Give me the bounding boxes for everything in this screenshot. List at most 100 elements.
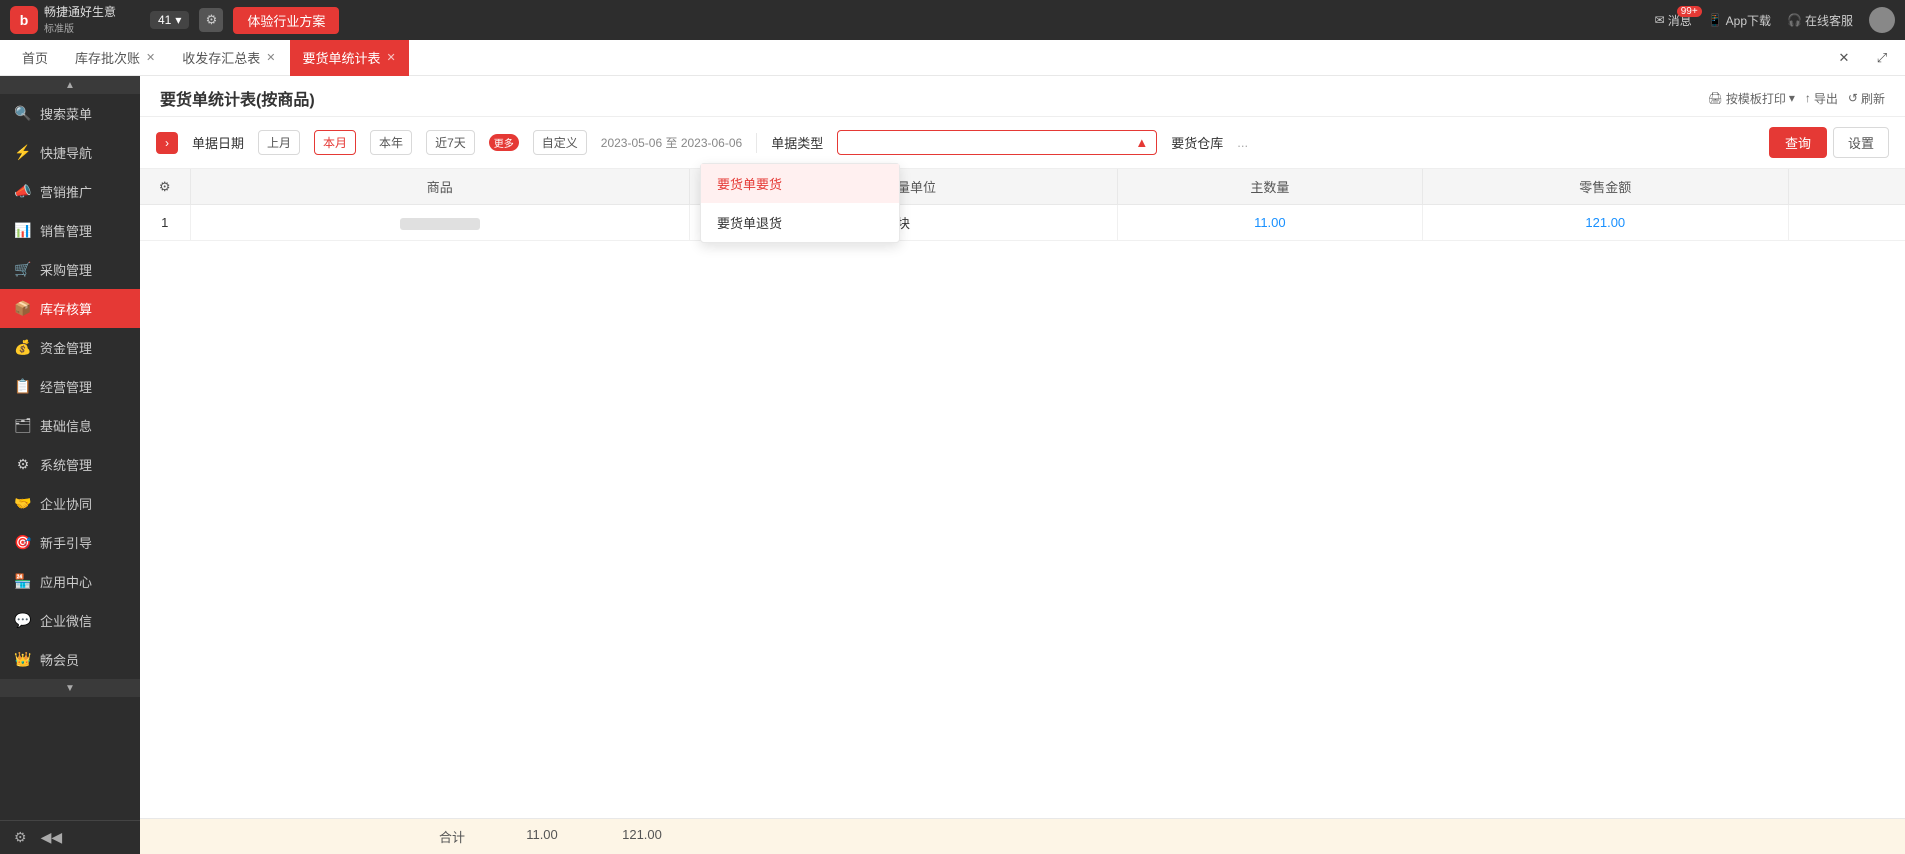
purchase-icon: 🛒 bbox=[14, 261, 32, 278]
tab-summary-label: 收发存汇总表 bbox=[182, 48, 260, 67]
appstore-icon: 🏪 bbox=[14, 573, 32, 590]
sidebar-item-purchase[interactable]: 🛒 采购管理 bbox=[0, 250, 140, 289]
logo-icon: b bbox=[10, 6, 38, 34]
chevron-down-icon: ▾ bbox=[175, 13, 181, 27]
app-name: 畅捷通好生意 bbox=[44, 5, 116, 21]
tab-summary-close[interactable]: ✕ bbox=[266, 51, 275, 64]
type-dropdown: 要货单要货 要货单退货 bbox=[700, 163, 900, 243]
dropdown-item-1-label: 要货单要货 bbox=[717, 177, 782, 192]
export-btn[interactable]: ↑ 导出 bbox=[1805, 90, 1838, 107]
date-last-month-btn[interactable]: 上月 bbox=[258, 130, 300, 155]
wechat-icon: 💬 bbox=[14, 612, 32, 629]
page-actions: 🖨 按模板打印 ▾ ↑ 导出 ↺ 刷新 bbox=[1708, 90, 1885, 107]
sidebar-finance-label: 资金管理 bbox=[40, 338, 92, 357]
amount-link[interactable]: 121.00 bbox=[1585, 215, 1625, 230]
sidebar-item-operation[interactable]: 📋 经营管理 bbox=[0, 367, 140, 406]
sidebar-item-wechat[interactable]: 💬 企业微信 bbox=[0, 601, 140, 640]
date-range-display: 2023-05-06 至 2023-06-06 bbox=[601, 134, 742, 151]
settings-icon[interactable]: ⚙ bbox=[199, 8, 223, 32]
tab-close-all-btn[interactable]: ✕ bbox=[1831, 45, 1857, 71]
industry-btn[interactable]: 体验行业方案 bbox=[233, 7, 339, 34]
sidebar: ▲ 🔍 搜索菜单 ⚡ 快捷导航 📣 营销推广 📊 销售管理 🛒 采购管理 📦 库… bbox=[0, 76, 140, 854]
date-this-month-btn[interactable]: 本月 bbox=[314, 130, 356, 155]
app-download-btn[interactable]: 📱 App下载 bbox=[1708, 12, 1771, 29]
sidebar-operation-label: 经营管理 bbox=[40, 377, 92, 396]
top-header: b 畅捷通好生意 标准版 41 ▾ ⚙ 体验行业方案 ✉ 消息 99+ 📱 Ap… bbox=[0, 0, 1905, 40]
sidebar-scroll-up[interactable]: ▲ bbox=[0, 76, 140, 94]
type-filter-select[interactable]: ▲ bbox=[837, 130, 1157, 155]
sidebar-item-guide[interactable]: 🎯 新手引导 bbox=[0, 523, 140, 562]
th-extra bbox=[1788, 169, 1905, 205]
date-custom-btn[interactable]: 自定义 bbox=[533, 130, 587, 155]
sales-icon: 📊 bbox=[14, 222, 32, 239]
filter-expand-btn[interactable]: › bbox=[156, 132, 178, 154]
sidebar-item-member[interactable]: 👑 畅会员 bbox=[0, 640, 140, 679]
tab-inventory-batch-close[interactable]: ✕ bbox=[146, 51, 155, 64]
msg-icon: ✉ bbox=[1655, 13, 1665, 27]
dropdown-item-2[interactable]: 要货单退货 bbox=[701, 203, 899, 242]
tab-inventory-batch-label: 库存批次账 bbox=[75, 48, 140, 67]
tab-home[interactable]: 首页 bbox=[10, 40, 61, 76]
refresh-btn[interactable]: ↺ 刷新 bbox=[1848, 90, 1885, 107]
td-amount: 121.00 bbox=[1422, 205, 1788, 241]
data-table: ⚙ 商品 主计量单位 主数量 零售金额 1 块 bbox=[140, 169, 1905, 241]
online-service-label: 在线客服 bbox=[1805, 12, 1853, 29]
online-service-btn[interactable]: 🎧 在线客服 bbox=[1787, 12, 1853, 29]
tab-summary[interactable]: 收发存汇总表 ✕ bbox=[170, 40, 288, 76]
member-icon: 👑 bbox=[14, 651, 32, 668]
print-label: 按模板打印 bbox=[1726, 90, 1786, 107]
query-btn[interactable]: 查询 bbox=[1769, 127, 1827, 158]
warehouse-more-btn[interactable]: ... bbox=[1237, 135, 1248, 150]
tab-expand-btn[interactable]: ⤢ bbox=[1869, 45, 1895, 71]
product-placeholder bbox=[400, 218, 480, 230]
sidebar-collapse-btn[interactable]: ◀◀ bbox=[41, 829, 63, 846]
avatar[interactable] bbox=[1869, 7, 1895, 33]
sidebar-item-finance[interactable]: 💰 资金管理 bbox=[0, 328, 140, 367]
sidebar-item-search[interactable]: 🔍 搜索菜单 bbox=[0, 94, 140, 133]
date-7days-btn[interactable]: 近7天 bbox=[426, 130, 475, 155]
sidebar-item-sales[interactable]: 📊 销售管理 bbox=[0, 211, 140, 250]
sidebar-bottom: ⚙ ◀◀ bbox=[0, 820, 140, 854]
msg-badge-count: 99+ bbox=[1677, 6, 1702, 17]
th-settings[interactable]: ⚙ bbox=[140, 169, 190, 205]
filter-right-btns: 查询 设置 bbox=[1769, 127, 1889, 158]
sidebar-system-label: 系统管理 bbox=[40, 455, 92, 474]
dropdown-item-1[interactable]: 要货单要货 bbox=[701, 164, 899, 203]
search-icon: 🔍 bbox=[14, 105, 32, 122]
sidebar-item-appstore[interactable]: 🏪 应用中心 bbox=[0, 562, 140, 601]
app-sub: 标准版 bbox=[44, 20, 116, 35]
sidebar-item-shortcut[interactable]: ⚡ 快捷导航 bbox=[0, 133, 140, 172]
main-layout: ▲ 🔍 搜索菜单 ⚡ 快捷导航 📣 营销推广 📊 销售管理 🛒 采购管理 📦 库… bbox=[0, 76, 1905, 854]
sidebar-item-basic[interactable]: 🗂 基础信息 bbox=[0, 406, 140, 445]
export-label: 导出 bbox=[1814, 90, 1838, 107]
date-this-year-btn[interactable]: 本年 bbox=[370, 130, 412, 155]
tab-order-stats-close[interactable]: ✕ bbox=[387, 51, 396, 64]
footer-label: 合计 bbox=[412, 827, 492, 846]
msg-btn[interactable]: ✉ 消息 99+ bbox=[1655, 12, 1692, 29]
settings-filter-btn[interactable]: 设置 bbox=[1833, 127, 1889, 158]
date-more-badge[interactable]: 更多 bbox=[489, 134, 519, 151]
sidebar-marketing-label: 营销推广 bbox=[40, 182, 92, 201]
page-header: 要货单统计表(按商品) 🖨 按模板打印 ▾ ↑ 导出 ↺ 刷新 bbox=[140, 76, 1905, 117]
sidebar-settings-btn[interactable]: ⚙ bbox=[14, 829, 27, 846]
sidebar-item-marketing[interactable]: 📣 营销推广 bbox=[0, 172, 140, 211]
footer-spacer2 bbox=[202, 827, 322, 846]
type-filter-arrow: ▲ bbox=[1135, 135, 1148, 150]
company-selector[interactable]: 41 ▾ bbox=[150, 11, 189, 29]
shortcut-icon: ⚡ bbox=[14, 144, 32, 161]
sidebar-basic-label: 基础信息 bbox=[40, 416, 92, 435]
table-container: ⚙ 商品 主计量单位 主数量 零售金额 1 块 bbox=[140, 169, 1905, 818]
sidebar-member-label: 畅会员 bbox=[40, 650, 79, 669]
print-btn[interactable]: 🖨 按模板打印 ▾ bbox=[1708, 90, 1795, 107]
finance-icon: 💰 bbox=[14, 339, 32, 356]
sidebar-item-system[interactable]: ⚙ 系统管理 bbox=[0, 445, 140, 484]
qty-link[interactable]: 11.00 bbox=[1254, 215, 1286, 230]
td-product bbox=[190, 205, 689, 241]
tab-inventory-batch[interactable]: 库存批次账 ✕ bbox=[63, 40, 168, 76]
tab-order-stats[interactable]: 要货单统计表 ✕ bbox=[290, 40, 408, 76]
sidebar-item-inventory[interactable]: 📦 库存核算 bbox=[0, 289, 140, 328]
table-row: 1 块 11.00 121.00 bbox=[140, 205, 1905, 241]
sidebar-scroll-down[interactable]: ▼ bbox=[0, 679, 140, 697]
sidebar-item-enterprise[interactable]: 🤝 企业协同 bbox=[0, 484, 140, 523]
enterprise-icon: 🤝 bbox=[14, 495, 32, 512]
